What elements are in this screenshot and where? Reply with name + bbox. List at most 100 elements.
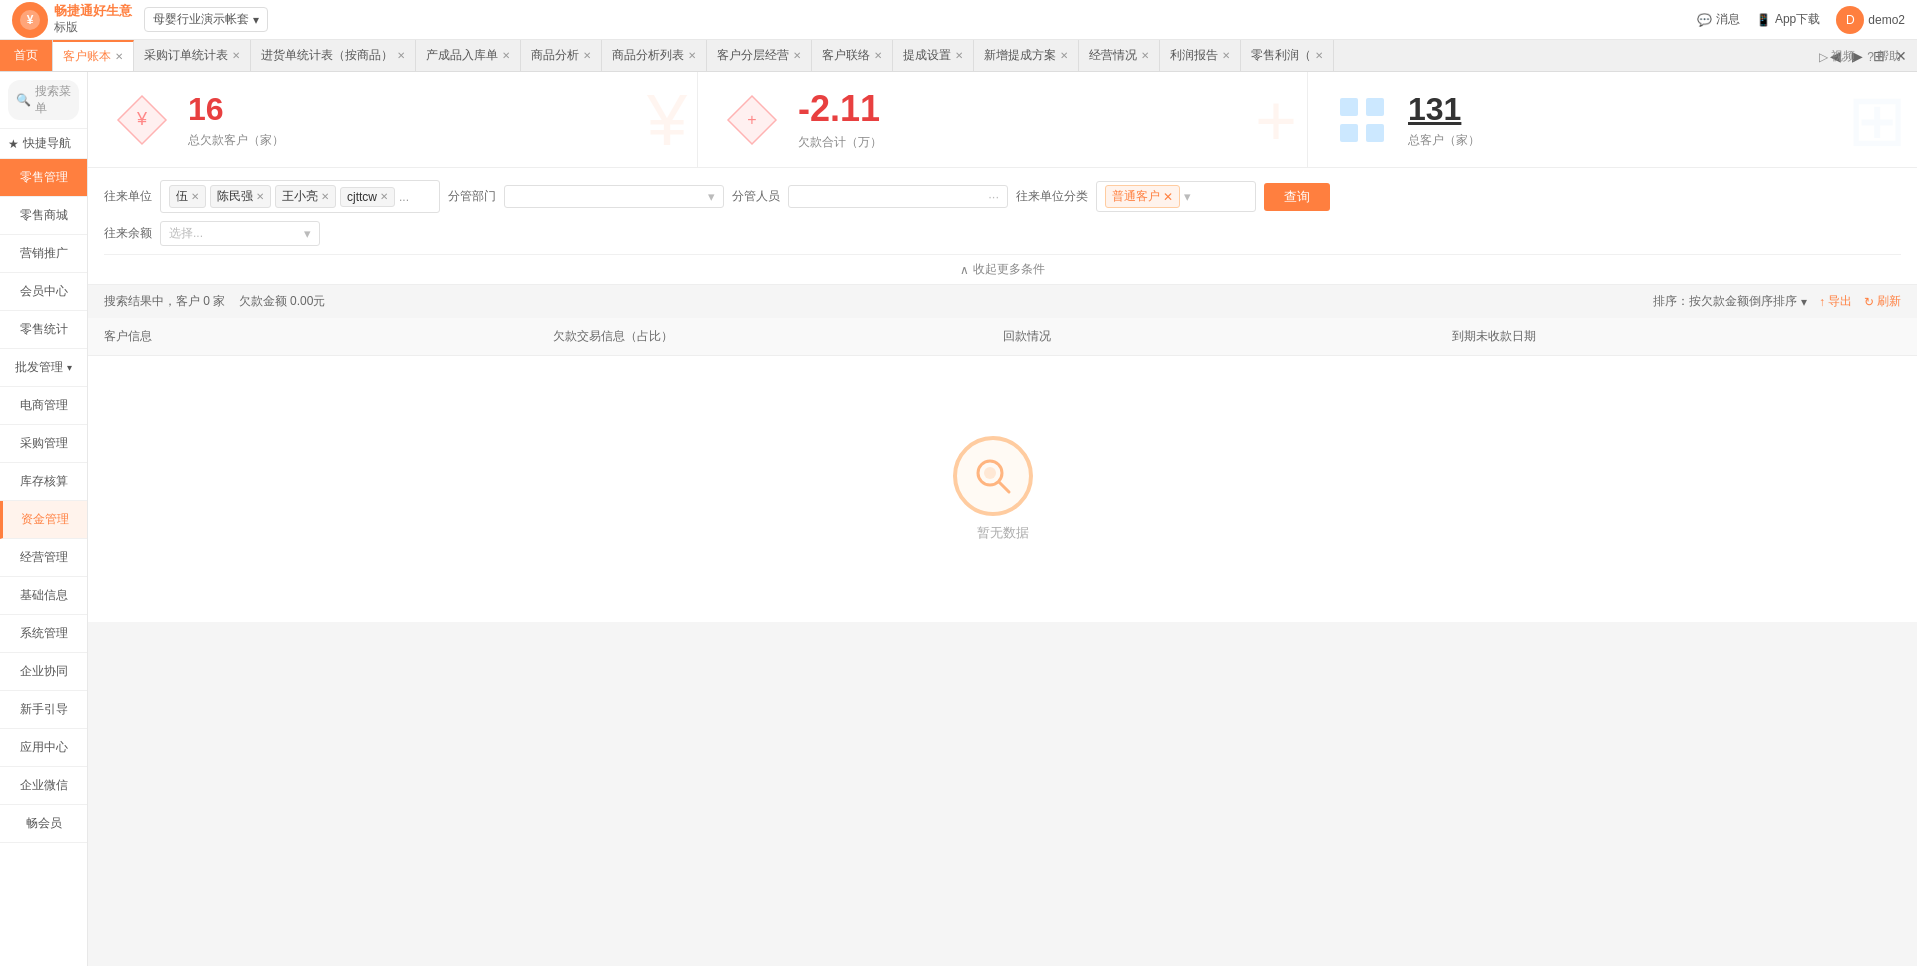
tab-product-analysis[interactable]: 商品分析 ✕ [521, 40, 602, 72]
close-icon[interactable]: ✕ [874, 50, 882, 61]
tab-purchase-order[interactable]: 采购订单统计表 ✕ [134, 40, 251, 72]
sidebar-item-basic-info[interactable]: 基础信息 [0, 577, 87, 615]
svg-point-12 [984, 467, 996, 479]
collapse-filter-btn[interactable]: ∧ 收起更多条件 [104, 254, 1901, 284]
filter-balance-input[interactable]: 选择... ▾ [160, 221, 320, 246]
sidebar-item-enterprise-wechat[interactable]: 企业微信 [0, 767, 87, 805]
tab-retail-profit[interactable]: 零售利润（ ✕ [1241, 40, 1334, 72]
tab-product-stock[interactable]: 产成品入库单 ✕ [416, 40, 521, 72]
sidebar-item-enterprise-collab[interactable]: 企业协同 [0, 653, 87, 691]
sidebar-item-finance[interactable]: 资金管理 [0, 501, 87, 539]
stat-debt-amount-label: 欠款合计（万） [798, 134, 882, 151]
tab-product-analysis-list[interactable]: 商品分析列表 ✕ [602, 40, 707, 72]
svg-line-11 [999, 482, 1009, 492]
chevron-up-icon: ∧ [960, 263, 969, 277]
filter-unit-input[interactable]: 伍 ✕ 陈民强 ✕ 王小亮 ✕ cjttcw ✕ ... [160, 180, 440, 213]
tab-home[interactable]: 首页 [0, 40, 53, 72]
filter-dept-input[interactable]: ▾ [504, 185, 724, 208]
svg-rect-7 [1366, 98, 1384, 116]
user-avatar[interactable]: D demo2 [1836, 6, 1905, 34]
col-due-date: 到期未收款日期 [1452, 328, 1901, 345]
sidebar-item-inventory[interactable]: 库存核算 [0, 463, 87, 501]
close-icon[interactable]: ✕ [793, 50, 801, 61]
message-icon: 💬 [1697, 13, 1712, 27]
top-bar: ¥ 畅捷通好生意 标版 母婴行业演示帐套 ▾ 💬 消息 📱 App下载 D de… [0, 0, 1917, 40]
sidebar-item-wholesale[interactable]: 批发管理 ▾ [0, 349, 87, 387]
sidebar-item-operation-mgmt[interactable]: 经营管理 [0, 539, 87, 577]
filter-tag-wang[interactable]: 王小亮 ✕ [275, 185, 336, 208]
close-icon[interactable]: ✕ [583, 50, 591, 61]
tab-customer-contact[interactable]: 客户联络 ✕ [812, 40, 893, 72]
close-icon[interactable]: ✕ [115, 51, 123, 62]
tab-profit-report[interactable]: 利润报告 ✕ [1160, 40, 1241, 72]
account-selector[interactable]: 母婴行业演示帐套 ▾ [144, 7, 268, 32]
stat-debt-customers-value: 16 [188, 91, 284, 128]
filter-area: 往来单位 伍 ✕ 陈民强 ✕ 王小亮 ✕ cjttcw [88, 168, 1917, 285]
tab-stock-stats[interactable]: 进货单统计表（按商品） ✕ [251, 40, 416, 72]
ellipsis-icon: ··· [988, 189, 999, 204]
close-icon[interactable]: ✕ [1141, 50, 1149, 61]
close-icon[interactable]: ✕ [1222, 50, 1230, 61]
app-download-btn[interactable]: 📱 App下载 [1756, 11, 1820, 28]
close-icon[interactable]: ✕ [1315, 50, 1323, 61]
sidebar-item-retail-mall[interactable]: 零售商城 [0, 197, 87, 235]
close-icon[interactable]: ✕ [1060, 50, 1068, 61]
message-btn[interactable]: 💬 消息 [1697, 11, 1740, 28]
chevron-down-icon: ▾ [67, 362, 72, 373]
remove-tag-cjttcw[interactable]: ✕ [380, 191, 388, 202]
close-icon[interactable]: ✕ [955, 50, 963, 61]
sidebar-item-member[interactable]: 会员中心 [0, 273, 87, 311]
svg-rect-6 [1340, 98, 1358, 116]
empty-text: 暂无数据 [977, 524, 1029, 542]
remove-tag-wang[interactable]: ✕ [321, 191, 329, 202]
close-icon[interactable]: ✕ [397, 50, 405, 61]
search-icon: 🔍 [16, 93, 31, 107]
sidebar-item-system[interactable]: 系统管理 [0, 615, 87, 653]
remove-tag-chen[interactable]: ✕ [256, 191, 264, 202]
close-icon[interactable]: ✕ [232, 50, 240, 61]
query-button[interactable]: 查询 [1264, 183, 1330, 211]
remove-tag-wu[interactable]: ✕ [191, 191, 199, 202]
close-icon[interactable]: ✕ [688, 50, 696, 61]
filter-unit-type-input[interactable]: 普通客户 ✕ ▾ [1096, 181, 1256, 212]
unit-type-tag[interactable]: 普通客户 ✕ [1105, 185, 1180, 208]
refresh-button[interactable]: ↻ 刷新 [1864, 293, 1901, 310]
sidebar-search-area[interactable]: 🔍 搜索菜单 [0, 72, 87, 129]
chevron-down-icon: ▾ [1184, 189, 1191, 204]
svg-text:¥: ¥ [136, 109, 148, 129]
tab-operation[interactable]: 经营情况 ✕ [1079, 40, 1160, 72]
remove-unit-type[interactable]: ✕ [1163, 190, 1173, 204]
refresh-icon: ↻ [1864, 295, 1874, 309]
sidebar-item-new-guide[interactable]: 新手引导 [0, 691, 87, 729]
filter-person-input[interactable]: ··· [788, 185, 1008, 208]
filter-tag-chen[interactable]: 陈民强 ✕ [210, 185, 271, 208]
stat-total-customers-value: 131 [1408, 91, 1480, 128]
tab-customer-account[interactable]: 客户账本 ✕ [53, 40, 134, 72]
export-button[interactable]: ↑ 导出 [1819, 293, 1852, 310]
sidebar-item-retail[interactable]: 零售管理 [0, 159, 87, 197]
filter-balance-label: 往来余额 [104, 225, 152, 242]
sidebar-item-app-center[interactable]: 应用中心 [0, 729, 87, 767]
filter-more-tags[interactable]: ... [399, 190, 409, 204]
sidebar-search-box[interactable]: 🔍 搜索菜单 [8, 80, 79, 120]
filter-unit-type-label: 往来单位分类 [1016, 188, 1088, 205]
chevron-down-icon: ▾ [304, 226, 311, 241]
tab-customer-segment[interactable]: 客户分层经营 ✕ [707, 40, 812, 72]
sidebar-quick-nav[interactable]: ★ 快捷导航 [0, 129, 87, 159]
sort-button[interactable]: 排序：按欠款金额倒序排序 ▾ [1653, 293, 1807, 310]
sidebar-item-retail-stats[interactable]: 零售统计 [0, 311, 87, 349]
col-debt-info: 欠款交易信息（占比） [553, 328, 1002, 345]
col-customer-info: 客户信息 [104, 328, 553, 345]
sidebar-item-ecommerce[interactable]: 电商管理 [0, 387, 87, 425]
tab-new-promotion[interactable]: 新增提成方案 ✕ [974, 40, 1079, 72]
main-layout: 🔍 搜索菜单 ★ 快捷导航 零售管理 零售商城 营销推广 会员中心 零售统计 批… [0, 72, 1917, 966]
logo: ¥ 畅捷通好生意 标版 [12, 2, 132, 38]
close-icon[interactable]: ✕ [502, 50, 510, 61]
filter-tag-cjttcw[interactable]: cjttcw ✕ [340, 187, 395, 207]
filter-tag-wu[interactable]: 伍 ✕ [169, 185, 206, 208]
sidebar-item-marketing[interactable]: 营销推广 [0, 235, 87, 273]
sidebar-item-purchase[interactable]: 采购管理 [0, 425, 87, 463]
tab-promotion-settings[interactable]: 提成设置 ✕ [893, 40, 974, 72]
empty-state: 暂无数据 [88, 356, 1917, 622]
sidebar-item-member-plus[interactable]: 畅会员 [0, 805, 87, 843]
